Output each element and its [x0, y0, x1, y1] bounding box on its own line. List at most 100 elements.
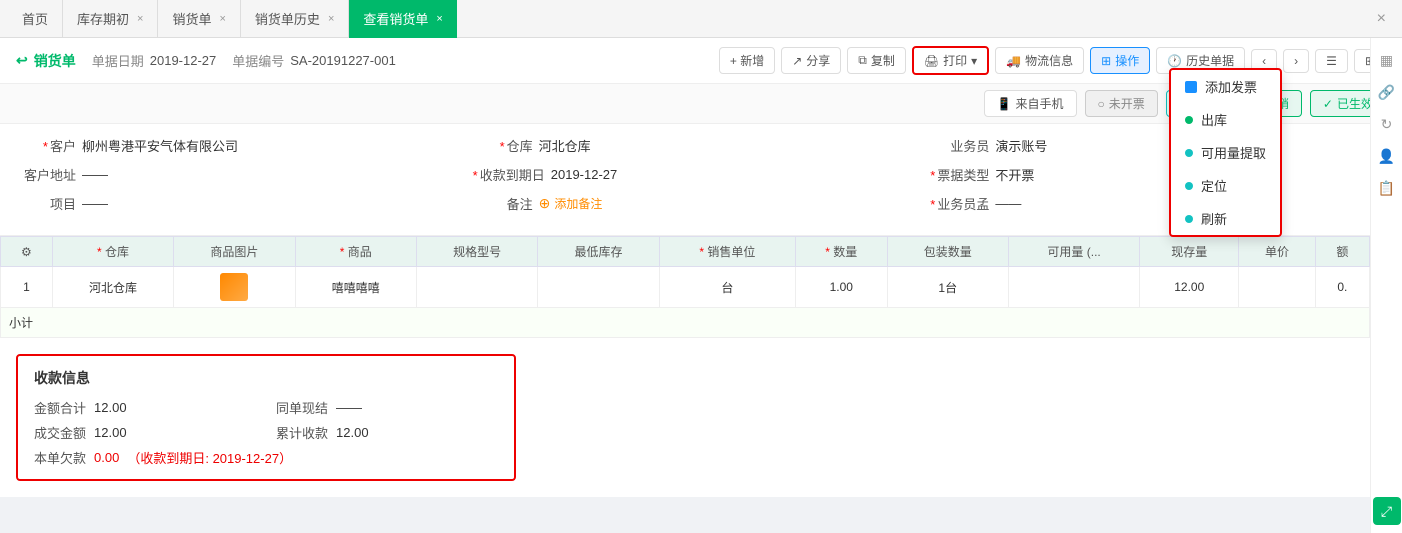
sidebar-link[interactable]: 🔗 [1373, 78, 1401, 106]
note-field: 备注 ⊕ 添加备注 [473, 194, 930, 213]
operations-label: 操作 [1115, 52, 1139, 69]
print-button[interactable]: 🖨 打印 ▾ [912, 46, 989, 75]
payment-info-box: 收款信息 金额合计 12.00 同单现结 —— 成交金额 12.00 累计收款 … [16, 354, 516, 481]
tab-inventory-init[interactable]: 库存期初 × [63, 0, 158, 38]
tab-home-label: 首页 [22, 9, 48, 28]
project-field: 项目 —— [16, 194, 473, 213]
sidebar-table-view[interactable]: ▦ [1373, 46, 1401, 74]
payment-info-title: 收款信息 [34, 368, 498, 388]
staff-label: 业务员 [929, 136, 989, 155]
subtotal-label: 小计 [1, 308, 1370, 338]
col-spec: 规格型号 [416, 237, 537, 267]
add-invoice-label: 添加发票 [1205, 77, 1257, 96]
due-date-label: 收款到期日 [473, 165, 545, 184]
customer-value: 柳州粤港平安气体有限公司 [82, 136, 238, 155]
history-label: 历史单据 [1186, 52, 1234, 69]
row-pack-qty: 1台 [887, 267, 1008, 308]
add-invoice-item[interactable]: 添加发票 [1171, 70, 1280, 103]
row-index: 1 [1, 267, 53, 308]
add-note-label: 添加备注 [554, 195, 602, 212]
print-label: 打印 [943, 52, 967, 69]
project-value: —— [82, 196, 108, 211]
row-product: 嘻嘻嘻嘻 [295, 267, 416, 308]
doc-number-value: SA-20191227-001 [290, 53, 396, 68]
add-invoice-icon [1185, 81, 1197, 93]
customer-label: 客户 [16, 136, 76, 155]
address-field: 客户地址 —— [16, 165, 473, 184]
col-pack-qty: 包装数量 [887, 237, 1008, 267]
close-inventory-init[interactable]: × [137, 13, 143, 25]
add-note-button[interactable]: ⊕ 添加备注 [539, 195, 603, 212]
product-thumbnail [220, 273, 248, 301]
row-unit: 台 [659, 267, 795, 308]
invoice-field: 票据类型 不开票 [929, 165, 1386, 184]
next-button[interactable]: › [1283, 49, 1309, 73]
customer-field: 客户 柳州粤港平安气体有限公司 [16, 136, 473, 155]
logistics-button[interactable]: 🚚 物流信息 [995, 47, 1084, 74]
tab-home[interactable]: 首页 [8, 0, 63, 38]
sidebar-record[interactable]: 📋 [1373, 174, 1401, 202]
col-product: * 商品 [295, 237, 416, 267]
not-open-icon: ○ [1098, 97, 1105, 111]
sidebar-expand[interactable]: ⤢ [1373, 497, 1401, 525]
total-amount-value: 12.00 [94, 400, 127, 415]
from-phone-button[interactable]: 📱 来自手机 [984, 90, 1077, 117]
operations-dropdown: 添加发票 出库 可用量提取 定位 刷新 [1169, 68, 1282, 237]
close-view-sales[interactable]: × [436, 13, 442, 25]
close-all-tabs[interactable]: × [1369, 10, 1394, 28]
row-image [174, 267, 295, 308]
row-unit-price [1239, 267, 1316, 308]
col-warehouse: * 仓库 [52, 237, 173, 267]
sidebar-user[interactable]: 👤 [1373, 142, 1401, 170]
outbound-icon [1185, 116, 1193, 124]
refresh-label: 刷新 [1201, 209, 1227, 228]
tab-sales-history[interactable]: 销货单历史 × [241, 0, 349, 38]
col-amount: 额 [1315, 237, 1369, 267]
doc-type-label: 销货单 [34, 51, 76, 71]
tab-sales-order[interactable]: 销货单 × [158, 0, 240, 38]
tab-inventory-init-label: 库存期初 [77, 9, 129, 28]
warehouse-label: 仓库 [473, 136, 533, 155]
sales-staff-field: 业务员孟 —— [929, 194, 1386, 213]
doc-number-field: 单据编号 SA-20191227-001 [232, 51, 396, 70]
add-note-icon: ⊕ [539, 195, 551, 212]
total-amount-row: 金额合计 12.00 [34, 398, 256, 417]
close-sales-history[interactable]: × [328, 13, 334, 25]
same-order-label: 同单现结 [276, 398, 328, 417]
tab-view-sales[interactable]: 查看销货单 × [349, 0, 456, 38]
operations-button[interactable]: ⊞ 操作 [1090, 47, 1150, 74]
refresh-icon [1185, 215, 1193, 223]
doc-date-label: 单据日期 [92, 51, 144, 70]
locate-icon [1185, 182, 1193, 190]
share-icon: ↗ [792, 54, 802, 68]
transaction-amount-label: 成交金额 [34, 423, 86, 442]
toolbar: + 新增 ↗ 分享 ⧉ 复制 🖨 打印 ▾ 🚚 物流信息 ⊞ 操作 [719, 46, 1386, 75]
not-open-button[interactable]: ○ 未开票 [1085, 90, 1158, 117]
address-label: 客户地址 [16, 165, 76, 184]
current-due-row: 本单欠款 0.00 （收款到期日: 2019-12-27） [34, 448, 498, 467]
new-button[interactable]: + 新增 [719, 47, 775, 74]
refresh-item[interactable]: 刷新 [1171, 202, 1280, 235]
share-button[interactable]: ↗ 分享 [781, 47, 841, 74]
copy-button[interactable]: ⧉ 复制 [847, 47, 906, 74]
logistics-label: 物流信息 [1025, 52, 1073, 69]
payment-info-grid: 金额合计 12.00 同单现结 —— 成交金额 12.00 累计收款 12.00… [34, 398, 498, 467]
col-min-stock: 最低库存 [538, 237, 659, 267]
invoice-label: 票据类型 [929, 165, 989, 184]
close-sales-order[interactable]: × [219, 13, 225, 25]
row-quantity: 1.00 [796, 267, 888, 308]
view-toggle-1[interactable]: ☰ [1315, 49, 1348, 73]
sidebar-refresh[interactable]: ↻ [1373, 110, 1401, 138]
outbound-item[interactable]: 出库 [1171, 103, 1280, 136]
available-qty-item[interactable]: 可用量提取 [1171, 136, 1280, 169]
row-warehouse: 河北仓库 [52, 267, 173, 308]
due-date-value: 2019-12-27 [551, 167, 618, 182]
sales-staff-value: —— [995, 196, 1021, 211]
tab-bar: 首页 库存期初 × 销货单 × 销货单历史 × 查看销货单 × × [0, 0, 1402, 38]
print-dropdown-icon: ▾ [971, 54, 977, 68]
history-icon: 🕐 [1167, 54, 1182, 68]
col-available: 可用量 (... [1008, 237, 1139, 267]
locate-item[interactable]: 定位 [1171, 169, 1280, 202]
due-date-highlight: 2019-12-27 [213, 451, 280, 466]
phone-icon: 📱 [997, 97, 1012, 111]
